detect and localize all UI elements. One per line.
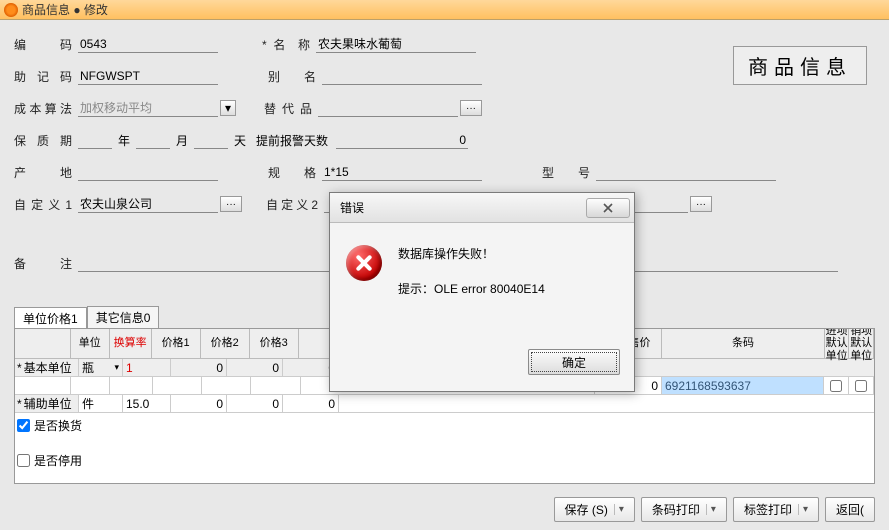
dialog-title: 错误: [340, 199, 364, 216]
col-bar: 条码: [662, 329, 825, 358]
chevron-down-icon: ▾: [798, 504, 808, 515]
error-dialog: 错误 数据库操作失败！ 提示：OLE error 80040E14 确定: [329, 192, 635, 392]
col-p2: 价格2: [201, 329, 250, 358]
tab-other-info[interactable]: 其它信息0: [87, 306, 160, 328]
dialog-titlebar: 错误: [330, 193, 634, 223]
page-title-box: 商品信息: [733, 46, 867, 85]
col-rate: 换算率: [110, 329, 152, 358]
chevron-down-icon: ▾: [614, 504, 624, 515]
save-button[interactable]: 保存 (S)▾: [554, 497, 635, 522]
check-exchange[interactable]: 是否换货: [17, 417, 82, 434]
label-alias: 别 名: [268, 68, 316, 85]
alias-input[interactable]: [322, 67, 482, 85]
c1-browse-btn[interactable]: ···: [220, 196, 242, 212]
cost-select[interactable]: ▾: [78, 99, 236, 117]
back-button[interactable]: 返回(: [825, 497, 875, 522]
dialog-line2: 提示：OLE error 80040E14: [398, 280, 545, 299]
col-unit: 单位: [71, 329, 110, 358]
label-model: 型 号: [542, 164, 590, 181]
barcode-print-button[interactable]: 条码打印▾: [641, 497, 727, 522]
check-stop[interactable]: 是否停用: [17, 452, 82, 469]
shelf-day-input[interactable]: [194, 131, 228, 149]
shelf-year-input[interactable]: [78, 131, 112, 149]
model-input[interactable]: [596, 163, 776, 181]
col-intax: 进项默认单位: [825, 329, 850, 358]
label-c2: 自定义2: [266, 196, 318, 213]
label-cost: 成本算法: [14, 100, 72, 117]
label-name: 名 称: [262, 36, 310, 53]
error-icon: [346, 245, 382, 281]
label-print-button[interactable]: 标签打印▾: [733, 497, 819, 522]
cost-dropdown-btn[interactable]: ▾: [220, 100, 236, 116]
mnemonic-input[interactable]: [78, 67, 218, 85]
tab-unit-price[interactable]: 单位价格1: [14, 307, 87, 329]
row1-rate[interactable]: 1: [123, 359, 171, 376]
label-year: 年: [118, 132, 130, 149]
label-c1: 自定义1: [14, 196, 72, 213]
row1-barcode[interactable]: 6921168593637: [662, 377, 824, 394]
subst-browse-btn[interactable]: ···: [460, 100, 482, 116]
stop-checkbox[interactable]: [17, 454, 30, 467]
label-origin: 产 地: [14, 164, 72, 181]
label-remark: 备 注: [14, 255, 72, 272]
col-p3: 价格3: [250, 329, 299, 358]
dialog-message: 数据库操作失败！ 提示：OLE error 80040E14: [398, 245, 545, 315]
row1-intax-chk[interactable]: [824, 377, 849, 394]
shelf-month-input[interactable]: [136, 131, 170, 149]
titlebar: 商品信息 ● 修改: [0, 0, 889, 20]
label-alert: 提前报警天数: [256, 132, 336, 149]
c2-browse-btn[interactable]: ···: [690, 196, 712, 212]
stop-label: 是否停用: [34, 452, 82, 469]
col-p1: 价格1: [152, 329, 201, 358]
cost-input: [78, 99, 218, 117]
window-body: 商品信息 编 码 名 称 助记码 别 名 成本算法 ▾ 替代品 ··· 保质期: [0, 20, 889, 530]
row2-p2[interactable]: 0: [227, 395, 283, 412]
window-title: 商品信息 ● 修改: [22, 1, 108, 18]
dialog-ok-button[interactable]: 确定: [528, 349, 620, 375]
row1-p2[interactable]: 0: [227, 359, 283, 376]
exchange-checkbox[interactable]: [17, 419, 30, 432]
row2-p3[interactable]: 0: [283, 395, 339, 412]
alert-input[interactable]: [336, 131, 468, 149]
name-input[interactable]: [316, 35, 476, 53]
row2-unit[interactable]: 件: [79, 395, 123, 412]
button-bar: 保存 (S)▾ 条码打印▾ 标签打印▾ 返回(: [554, 497, 875, 522]
exchange-label: 是否换货: [34, 417, 82, 434]
dialog-line1: 数据库操作失败！: [398, 245, 545, 264]
label-day: 天: [234, 132, 246, 149]
row2-p1[interactable]: 0: [171, 395, 227, 412]
row2-rate[interactable]: 15.0: [123, 395, 171, 412]
label-subst: 替代品: [264, 100, 312, 117]
spec-input[interactable]: [322, 163, 482, 181]
row1-unit[interactable]: 瓶▾: [79, 359, 123, 376]
row-aux-unit[interactable]: 辅助单位 件 15.0 0 0 0: [15, 395, 874, 413]
row1-p1[interactable]: 0: [171, 359, 227, 376]
label-mnemonic: 助记码: [14, 68, 72, 85]
app-icon: [4, 3, 18, 17]
row2-label: 辅助单位: [15, 395, 79, 412]
label-code: 编 码: [14, 36, 72, 53]
label-month: 月: [176, 132, 188, 149]
subst-input[interactable]: [318, 99, 458, 117]
label-shelf: 保质期: [14, 132, 72, 149]
row1-outtax-chk[interactable]: [849, 377, 874, 394]
code-input[interactable]: [78, 35, 218, 53]
c1-input[interactable]: [78, 195, 218, 213]
chevron-down-icon: ▾: [706, 504, 716, 515]
dialog-close-button[interactable]: [586, 198, 630, 218]
label-spec: 规 格: [268, 164, 316, 181]
col-outtax: 销项默认单位: [849, 329, 874, 358]
close-icon: [602, 203, 614, 213]
row1-label: 基本单位: [15, 359, 79, 376]
origin-input[interactable]: [78, 163, 218, 181]
